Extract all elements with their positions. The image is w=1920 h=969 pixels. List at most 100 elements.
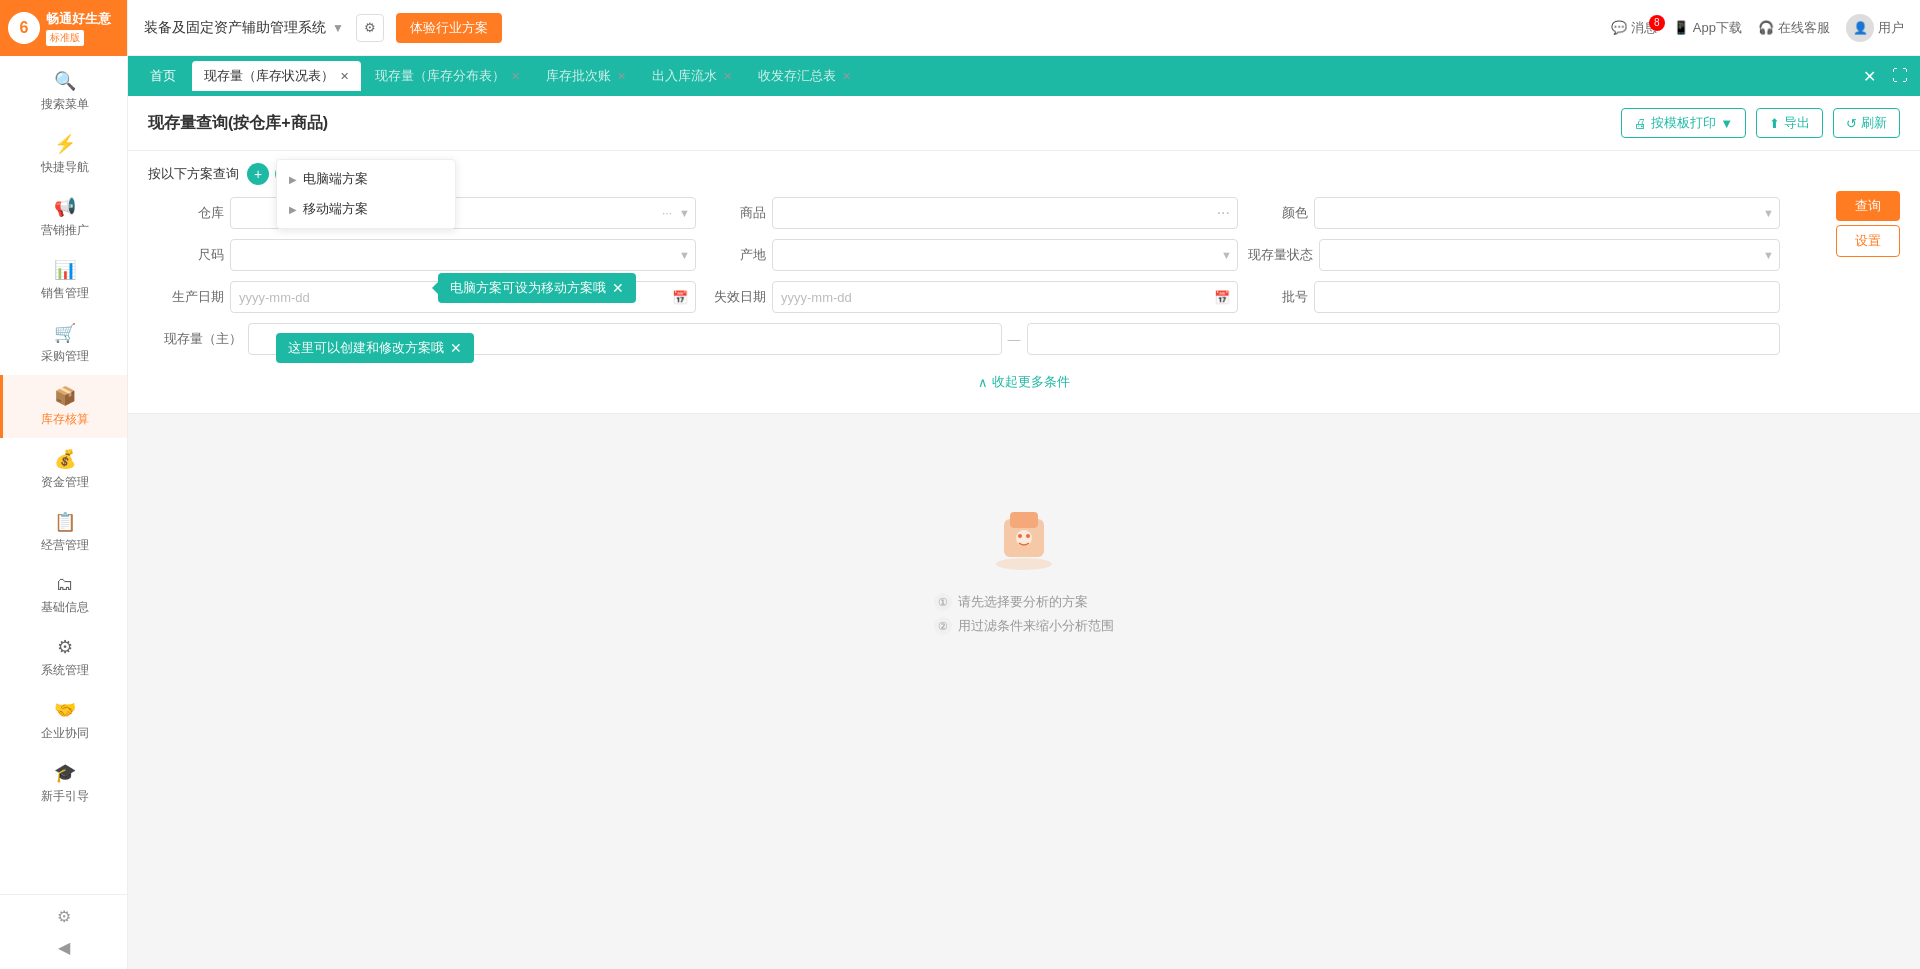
tab-close-inventory-dist[interactable]: ✕ — [511, 70, 520, 83]
collab-icon: 🤝 — [54, 699, 76, 721]
logo-text: 畅通好生意 标准版 — [46, 10, 111, 46]
export-icon: ⬆ — [1769, 116, 1780, 131]
color-select[interactable] — [1314, 197, 1780, 229]
finance-icon: 💰 — [54, 448, 76, 470]
search-button[interactable]: 查询 — [1836, 191, 1900, 221]
tabbar-actions: ✕ ⛶ — [1859, 63, 1912, 90]
trial-button[interactable]: 体验行业方案 — [396, 13, 502, 43]
quick-icon: ⚡ — [54, 133, 76, 155]
tooltip-edit-close[interactable]: ✕ — [450, 340, 462, 356]
tooltip-pc-close[interactable]: ✕ — [612, 280, 624, 296]
collapse-icon[interactable]: ◀ — [58, 938, 70, 957]
topbar-left: 装备及固定资产辅助管理系统 ▼ ⚙ 体验行业方案 — [144, 13, 502, 43]
sidebar-item-quick[interactable]: ⚡ 快捷导航 — [0, 123, 127, 186]
scheme-arrow-pc: ▶ — [289, 174, 297, 185]
filter-cell-goods: 商品 ··· — [706, 197, 1238, 229]
filter-cell-stock-status: 现存量状态 ▼ — [1248, 239, 1780, 271]
sidebar-item-collab[interactable]: 🤝 企业协同 — [0, 689, 127, 752]
filter-row-3: 生产日期 📅 失效日期 📅 批号 — [164, 281, 1900, 313]
settings-icon[interactable]: ⚙ — [57, 907, 71, 926]
tab-close-batch-account[interactable]: ✕ — [617, 70, 626, 83]
main-content: 装备及固定资产辅助管理系统 ▼ ⚙ 体验行业方案 💬 消息 8 📱 App下载 … — [128, 0, 1920, 969]
guide-icon: 🎓 — [54, 762, 76, 784]
headset-icon: 🎧 — [1758, 20, 1774, 35]
scheme-item-mobile[interactable]: ▶ 移动端方案 — [277, 194, 455, 224]
page-actions: 🖨 按模板打印 ▼ ⬆ 导出 ↺ 刷新 — [1621, 108, 1900, 138]
tabbar: 首页 现存量（库存状况表） ✕ 现存量（库存分布表） ✕ 库存批次账 ✕ 出入库… — [128, 56, 1920, 96]
tab-collect-summary[interactable]: 收发存汇总表 ✕ — [746, 61, 863, 91]
support-btn[interactable]: 🎧 在线客服 — [1758, 19, 1830, 37]
tab-batch-account[interactable]: 库存批次账 ✕ — [534, 61, 638, 91]
stock-qty-to-input[interactable] — [1027, 323, 1781, 355]
tab-close-inventory-status[interactable]: ✕ — [340, 70, 349, 83]
svg-point-0 — [996, 558, 1052, 570]
refresh-btn[interactable]: ↺ 刷新 — [1833, 108, 1900, 138]
filter-cell-batch: 批号 — [1248, 281, 1780, 313]
goods-input[interactable] — [772, 197, 1238, 229]
user-avatar: 👤 — [1846, 14, 1874, 42]
sales-icon: 📊 — [54, 259, 76, 281]
scheme-item-pc[interactable]: ▶ 电脑端方案 — [277, 164, 455, 194]
close-all-tabs-btn[interactable]: ✕ — [1859, 63, 1880, 90]
collapse-filter-btn[interactable]: ∧ 收起更多条件 — [148, 363, 1900, 401]
empty-tip-1: ① 请先选择要分析的方案 — [934, 590, 1114, 614]
collapse-icon: ∧ — [978, 375, 988, 390]
sidebar-item-basic[interactable]: 🗂 基础信息 — [0, 564, 127, 626]
origin-select[interactable] — [772, 239, 1238, 271]
tab-inventory-status[interactable]: 现存量（库存状况表） ✕ — [192, 61, 361, 91]
tooltip-edit: 这里可以创建和修改方案哦 ✕ — [276, 333, 474, 363]
topbar: 装备及固定资产辅助管理系统 ▼ ⚙ 体验行业方案 💬 消息 8 📱 App下载 … — [128, 0, 1920, 56]
sidebar-item-finance[interactable]: 💰 资金管理 — [0, 438, 127, 501]
size-select[interactable] — [230, 239, 696, 271]
search-buttons: 查询 设置 — [1836, 191, 1900, 257]
sidebar-item-marketing[interactable]: 📢 营销推广 — [0, 186, 127, 249]
filter-label: 按以下方案查询 — [148, 165, 239, 183]
goods-dots-icon[interactable]: ··· — [1217, 204, 1230, 222]
topbar-settings-btn[interactable]: ⚙ — [356, 14, 384, 42]
system-icon: ⚙ — [57, 636, 73, 658]
sidebar-item-guide[interactable]: 🎓 新手引导 — [0, 752, 127, 815]
sidebar-item-search[interactable]: 🔍 搜索菜单 — [0, 60, 127, 123]
reset-button[interactable]: 设置 — [1836, 225, 1900, 257]
warehouse-clear-icon[interactable]: ··· — [662, 206, 672, 220]
export-btn[interactable]: ⬆ 导出 — [1756, 108, 1823, 138]
app-download-btn[interactable]: 📱 App下载 — [1673, 19, 1742, 37]
message-icon: 💬 — [1611, 20, 1627, 35]
messages-btn[interactable]: 💬 消息 8 — [1611, 19, 1657, 37]
tab-close-collect-summary[interactable]: ✕ — [842, 70, 851, 83]
sidebar-item-sales[interactable]: 📊 销售管理 — [0, 249, 127, 312]
filter-panel: 按以下方案查询 + ↺ « ▶ 电脑端方案 ▶ — [128, 151, 1920, 414]
tooltip-pc: 电脑方案可设为移动方案哦 ✕ — [438, 273, 636, 303]
print-icon: 🖨 — [1634, 116, 1647, 131]
sidebar-item-system[interactable]: ⚙ 系统管理 — [0, 626, 127, 689]
print-dropdown-icon: ▼ — [1720, 116, 1733, 131]
system-name: 装备及固定资产辅助管理系统 ▼ — [144, 19, 344, 37]
range-separator: — — [1008, 332, 1021, 347]
scheme-list: ▶ 电脑端方案 ▶ 移动端方案 — [277, 160, 455, 228]
filter-add-btn[interactable]: + — [247, 163, 269, 185]
tab-in-out-flow[interactable]: 出入库流水 ✕ — [640, 61, 744, 91]
expire-date-input[interactable] — [772, 281, 1238, 313]
produce-date-calendar-icon[interactable]: 📅 — [672, 290, 688, 305]
sidebar-item-purchase[interactable]: 🛒 采购管理 — [0, 312, 127, 375]
content-area: 现存量查询(按仓库+商品) 🖨 按模板打印 ▼ ⬆ 导出 ↺ 刷新 — [128, 96, 1920, 969]
empty-illustration — [984, 494, 1064, 574]
logo-icon: 6 — [8, 12, 40, 44]
tab-inventory-dist[interactable]: 现存量（库存分布表） ✕ — [363, 61, 532, 91]
empty-state: ① 请先选择要分析的方案 ② 用过滤条件来缩小分析范围 — [128, 414, 1920, 718]
sidebar-item-operations[interactable]: 📋 经营管理 — [0, 501, 127, 564]
template-print-btn[interactable]: 🖨 按模板打印 ▼ — [1621, 108, 1746, 138]
svg-point-3 — [1016, 530, 1032, 546]
tab-home[interactable]: 首页 — [136, 61, 190, 91]
stock-qty-label: 现存量（主） — [164, 330, 242, 348]
tab-close-in-out-flow[interactable]: ✕ — [723, 70, 732, 83]
sidebar-nav: 🔍 搜索菜单 ⚡ 快捷导航 📢 营销推广 📊 销售管理 🛒 采购管理 📦 库存核… — [0, 56, 127, 894]
fullscreen-btn[interactable]: ⛶ — [1888, 63, 1912, 90]
svg-rect-2 — [1010, 512, 1038, 528]
batch-input[interactable] — [1314, 281, 1780, 313]
user-menu[interactable]: 👤 用户 — [1846, 14, 1904, 42]
expire-date-calendar-icon[interactable]: 📅 — [1214, 290, 1230, 305]
sidebar-item-inventory[interactable]: 📦 库存核算 — [0, 375, 127, 438]
sidebar-logo: 6 畅通好生意 标准版 — [0, 0, 127, 56]
stock-status-select[interactable] — [1319, 239, 1780, 271]
